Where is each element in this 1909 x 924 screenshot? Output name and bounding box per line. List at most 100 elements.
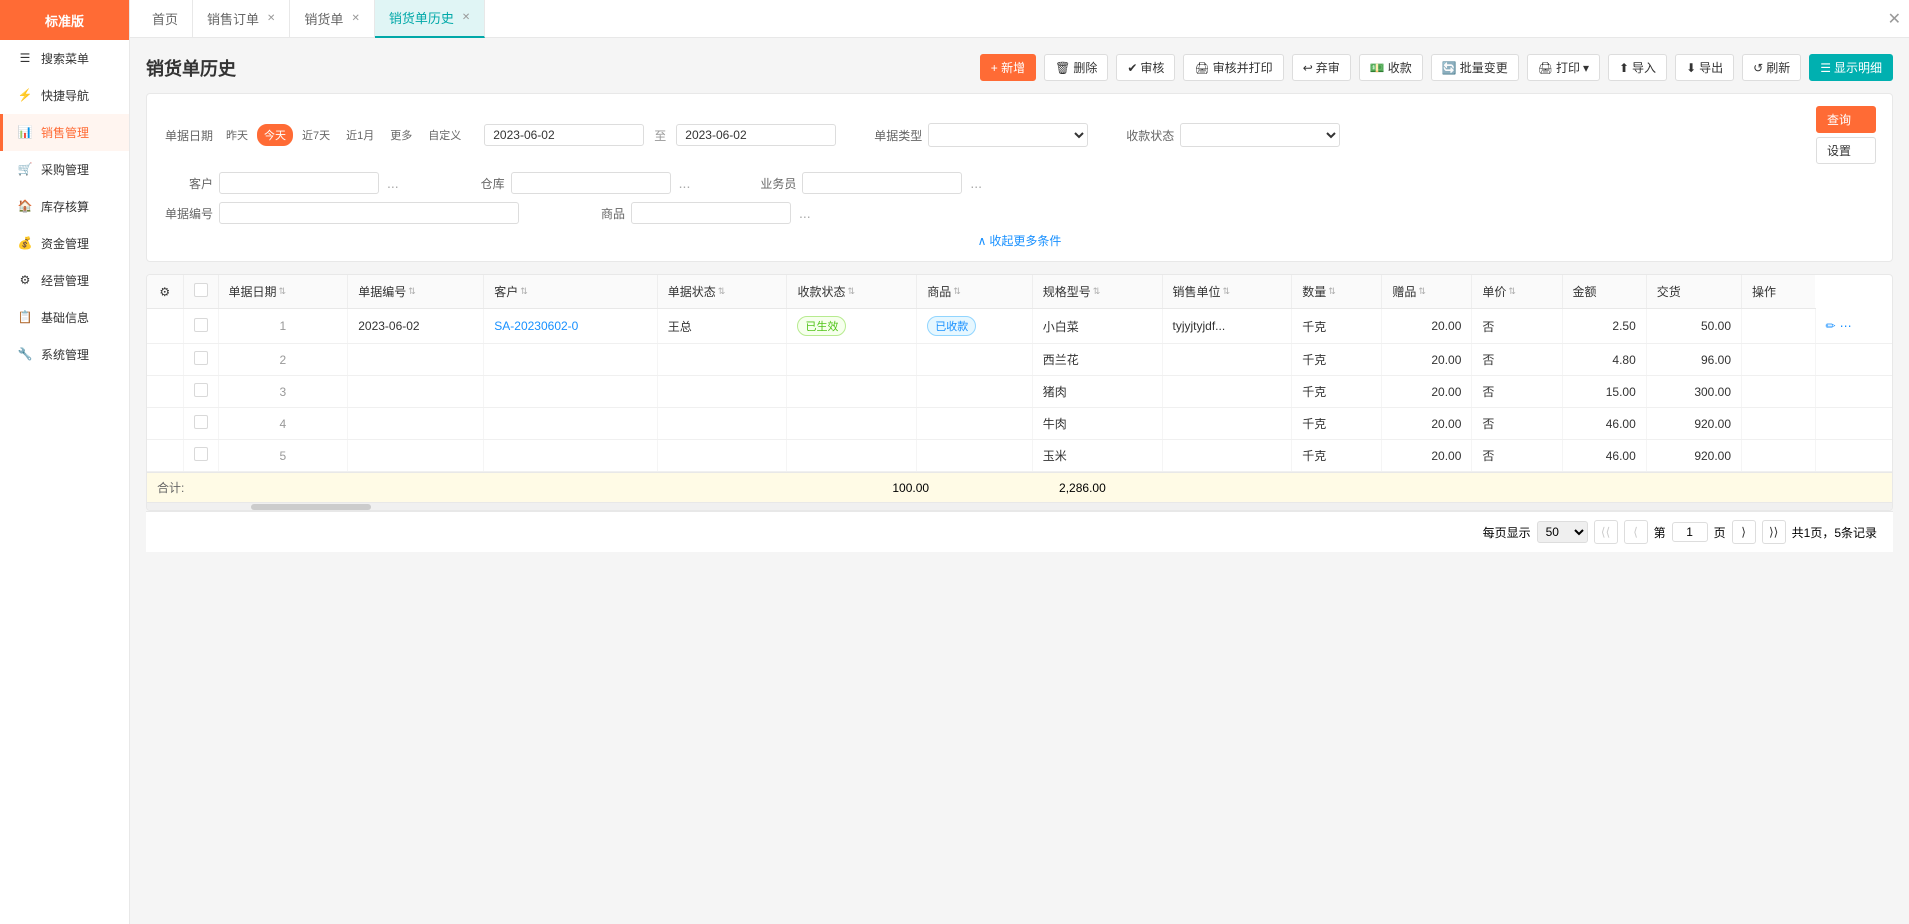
filter-payment-status-select[interactable] bbox=[1180, 123, 1340, 147]
filter-doc-no-input[interactable] bbox=[219, 202, 519, 224]
th-goods[interactable]: 商品 ⇅ bbox=[917, 275, 1033, 309]
tab-close-sales-history[interactable]: ✕ bbox=[462, 12, 470, 23]
th-gear[interactable]: ⚙ bbox=[147, 275, 183, 309]
tab-sales-history[interactable]: 销货单历史 ✕ bbox=[375, 0, 485, 38]
date-btn-custom[interactable]: 自定义 bbox=[421, 124, 468, 146]
th-unit-price[interactable]: 单价 ⇅ bbox=[1472, 275, 1562, 309]
th-payment-status[interactable]: 收款状态 ⇅ bbox=[787, 275, 917, 309]
date-to-input[interactable] bbox=[676, 124, 836, 146]
tab-sales-order[interactable]: 销售订单 ✕ bbox=[193, 0, 290, 38]
th-doc-no[interactable]: 单据编号 ⇅ bbox=[348, 275, 484, 309]
sort-gift[interactable]: 赠品 ⇅ bbox=[1392, 283, 1426, 300]
collapse-filter-btn[interactable]: ∧ 收起更多条件 bbox=[163, 232, 1876, 249]
th-spec[interactable]: 规格型号 ⇅ bbox=[1032, 275, 1162, 309]
horizontal-scrollbar[interactable] bbox=[147, 502, 1892, 510]
filter-warehouse-input[interactable] bbox=[511, 172, 671, 194]
sidebar-item-finance-mgmt[interactable]: 💰 资金管理 bbox=[0, 225, 129, 262]
row-checkbox-input-4[interactable] bbox=[194, 447, 208, 461]
row-checkbox-input-2[interactable] bbox=[194, 383, 208, 397]
row-checkbox-input-0[interactable] bbox=[194, 318, 208, 332]
scrollbar-thumb[interactable] bbox=[251, 504, 371, 510]
print-button[interactable]: 🖨 打印 ▾ bbox=[1527, 54, 1600, 81]
sidebar-item-basic-info[interactable]: 📋 基础信息 bbox=[0, 299, 129, 336]
export-button[interactable]: ⬇ 导出 bbox=[1675, 54, 1734, 81]
page-prev-btn[interactable]: ⟨ bbox=[1624, 520, 1648, 544]
sort-unit-price[interactable]: 单价 ⇅ bbox=[1482, 283, 1516, 300]
sort-doc-no[interactable]: 单据编号 ⇅ bbox=[358, 283, 416, 300]
audit-print-button[interactable]: 🖨 审核并打印 bbox=[1183, 54, 1283, 81]
row-checkbox-input-1[interactable] bbox=[194, 351, 208, 365]
filter-goods-input[interactable] bbox=[631, 202, 791, 224]
sort-qty[interactable]: 数量 ⇅ bbox=[1302, 283, 1336, 300]
row-doc-no-1[interactable] bbox=[484, 344, 658, 376]
date-btn-7days[interactable]: 近7天 bbox=[295, 124, 337, 146]
row-checkbox-4[interactable] bbox=[183, 440, 218, 472]
th-sales-unit[interactable]: 销售单位 ⇅ bbox=[1162, 275, 1292, 309]
customer-dots[interactable]: ... bbox=[387, 175, 399, 191]
page-next-btn[interactable]: ⟩ bbox=[1732, 520, 1756, 544]
query-button[interactable]: 查询 bbox=[1816, 106, 1876, 133]
tab-sales-delivery[interactable]: 销货单 ✕ bbox=[290, 0, 374, 38]
select-all-checkbox[interactable] bbox=[194, 283, 208, 297]
refresh-button[interactable]: ↺ 刷新 bbox=[1742, 54, 1801, 81]
page-first-btn[interactable]: ⟨⟨ bbox=[1594, 520, 1618, 544]
show-details-button[interactable]: ☰ 显示明细 bbox=[1809, 54, 1893, 81]
collect-button[interactable]: 💵 收款 bbox=[1359, 54, 1423, 81]
audit-button[interactable]: ✔ 审核 bbox=[1116, 54, 1175, 81]
sort-doc-status[interactable]: 单据状态 ⇅ bbox=[668, 283, 726, 300]
tab-home[interactable]: 首页 bbox=[138, 0, 193, 38]
th-doc-status[interactable]: 单据状态 ⇅ bbox=[657, 275, 787, 309]
abandon-button[interactable]: ↩ 弃审 bbox=[1292, 54, 1351, 81]
sort-goods[interactable]: 商品 ⇅ bbox=[927, 283, 961, 300]
sidebar-item-inventory[interactable]: 🏠 库存核算 bbox=[0, 188, 129, 225]
th-doc-date[interactable]: 单据日期 ⇅ bbox=[218, 275, 348, 309]
row-checkbox-1[interactable] bbox=[183, 344, 218, 376]
row-doc-no-2[interactable] bbox=[484, 376, 658, 408]
tab-close-sales-order[interactable]: ✕ bbox=[267, 13, 275, 24]
salesperson-dots[interactable]: ... bbox=[970, 175, 982, 191]
new-button[interactable]: + 新增 bbox=[980, 54, 1036, 81]
page-last-btn[interactable]: ⟩⟩ bbox=[1762, 520, 1786, 544]
row-checkbox-2[interactable] bbox=[183, 376, 218, 408]
settings-button[interactable]: 设置 bbox=[1816, 137, 1876, 164]
sort-doc-date[interactable]: 单据日期 ⇅ bbox=[229, 283, 287, 300]
filter-salesperson-input[interactable] bbox=[802, 172, 962, 194]
action-edit-0[interactable]: ✏ bbox=[1826, 319, 1836, 333]
row-doc-no-0[interactable]: SA-20230602-0 bbox=[484, 309, 658, 344]
date-btn-yesterday[interactable]: 昨天 bbox=[219, 124, 255, 146]
row-doc-no-3[interactable] bbox=[484, 408, 658, 440]
delete-button[interactable]: 🗑 删除 bbox=[1044, 54, 1108, 81]
action-more-0[interactable]: ⋯ bbox=[1840, 319, 1852, 333]
sidebar-item-system-mgmt[interactable]: 🔧 系统管理 bbox=[0, 336, 129, 373]
sidebar-item-sales-mgmt[interactable]: 📊 销售管理 bbox=[0, 114, 129, 151]
per-page-select[interactable]: 50 100 200 bbox=[1537, 521, 1588, 543]
sidebar-item-search-menu[interactable]: ☰ 搜索菜单 bbox=[0, 40, 129, 77]
batch-change-button[interactable]: 🔄 批量变更 bbox=[1431, 54, 1519, 81]
date-btn-more[interactable]: 更多 bbox=[383, 124, 419, 146]
goods-dots[interactable]: ... bbox=[799, 205, 811, 221]
th-gift[interactable]: 赠品 ⇅ bbox=[1382, 275, 1472, 309]
th-customer[interactable]: 客户 ⇅ bbox=[484, 275, 658, 309]
sort-customer[interactable]: 客户 ⇅ bbox=[494, 283, 528, 300]
sidebar-item-purchase-mgmt[interactable]: 🛒 采购管理 bbox=[0, 151, 129, 188]
date-btn-today[interactable]: 今天 bbox=[257, 124, 293, 146]
sidebar-item-quick-nav[interactable]: ⚡ 快捷导航 bbox=[0, 77, 129, 114]
row-doc-no-4[interactable] bbox=[484, 440, 658, 472]
row-checkbox-input-3[interactable] bbox=[194, 415, 208, 429]
filter-customer-input[interactable] bbox=[219, 172, 379, 194]
date-btn-1month[interactable]: 近1月 bbox=[339, 124, 381, 146]
gear-settings-icon[interactable]: ⚙ bbox=[159, 285, 170, 299]
tab-close-sales-delivery[interactable]: ✕ bbox=[351, 13, 359, 24]
row-checkbox-3[interactable] bbox=[183, 408, 218, 440]
tabbar-close-btn[interactable]: ✕ bbox=[1888, 9, 1901, 29]
th-qty[interactable]: 数量 ⇅ bbox=[1292, 275, 1382, 309]
row-checkbox-0[interactable] bbox=[183, 309, 218, 344]
filter-doc-type-select[interactable] bbox=[928, 123, 1088, 147]
sort-sales-unit[interactable]: 销售单位 ⇅ bbox=[1173, 283, 1231, 300]
sidebar-item-operations-mgmt[interactable]: ⚙ 经营管理 bbox=[0, 262, 129, 299]
sort-spec[interactable]: 规格型号 ⇅ bbox=[1043, 283, 1101, 300]
import-button[interactable]: ⬆ 导入 bbox=[1608, 54, 1667, 81]
sort-payment-status[interactable]: 收款状态 ⇅ bbox=[797, 283, 855, 300]
date-from-input[interactable] bbox=[484, 124, 644, 146]
warehouse-dots[interactable]: ... bbox=[679, 175, 691, 191]
